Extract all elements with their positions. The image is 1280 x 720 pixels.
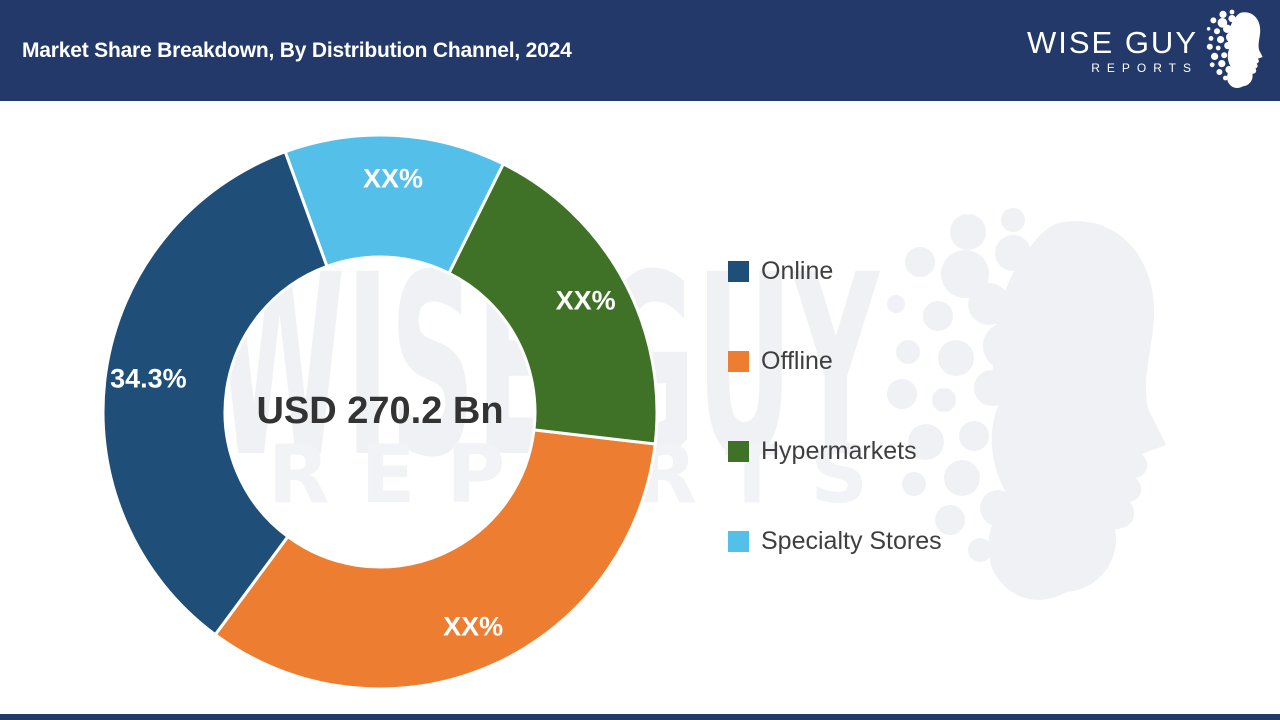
legend-item: Offline	[728, 346, 942, 375]
legend-item: Online	[728, 256, 942, 285]
legend-item: Specialty Stores	[728, 526, 942, 555]
legend-swatch	[728, 350, 749, 372]
legend-label: Offline	[761, 346, 833, 375]
slice-value-label: 34.3%	[110, 363, 187, 393]
brand-text: WISE GUY REPORTS	[1027, 27, 1198, 74]
slice-value-label: XX%	[443, 612, 503, 642]
legend: Online Offline Hypermarkets Specialty St…	[728, 256, 942, 619]
page-title: Market Share Breakdown, By Distribution …	[22, 38, 572, 62]
legend-label: Online	[761, 256, 834, 285]
slice-value-label: XX%	[556, 285, 616, 315]
legend-label: Hypermarkets	[761, 436, 917, 465]
brand-subtitle: REPORTS	[1091, 61, 1198, 75]
legend-swatch	[728, 530, 749, 552]
donut-chart: USD 270.2 Bn 34.3% XX% XX% XX%	[101, 133, 659, 691]
center-value: USD 270.2 Bn	[256, 390, 503, 432]
brand-logo: WISE GUY REPORTS	[1027, 9, 1266, 93]
brand-face-icon	[1206, 9, 1263, 88]
legend-label: Specialty Stores	[761, 526, 942, 555]
legend-item: Hypermarkets	[728, 436, 942, 465]
footer-bar	[0, 714, 1280, 720]
slice-offline	[213, 428, 657, 691]
legend-swatch	[728, 440, 749, 462]
slice-value-label: XX%	[363, 163, 423, 193]
header: Market Share Breakdown, By Distribution …	[0, 0, 1280, 101]
brand-wordmark: WISE GUY	[1026, 25, 1198, 60]
legend-swatch	[728, 260, 749, 282]
